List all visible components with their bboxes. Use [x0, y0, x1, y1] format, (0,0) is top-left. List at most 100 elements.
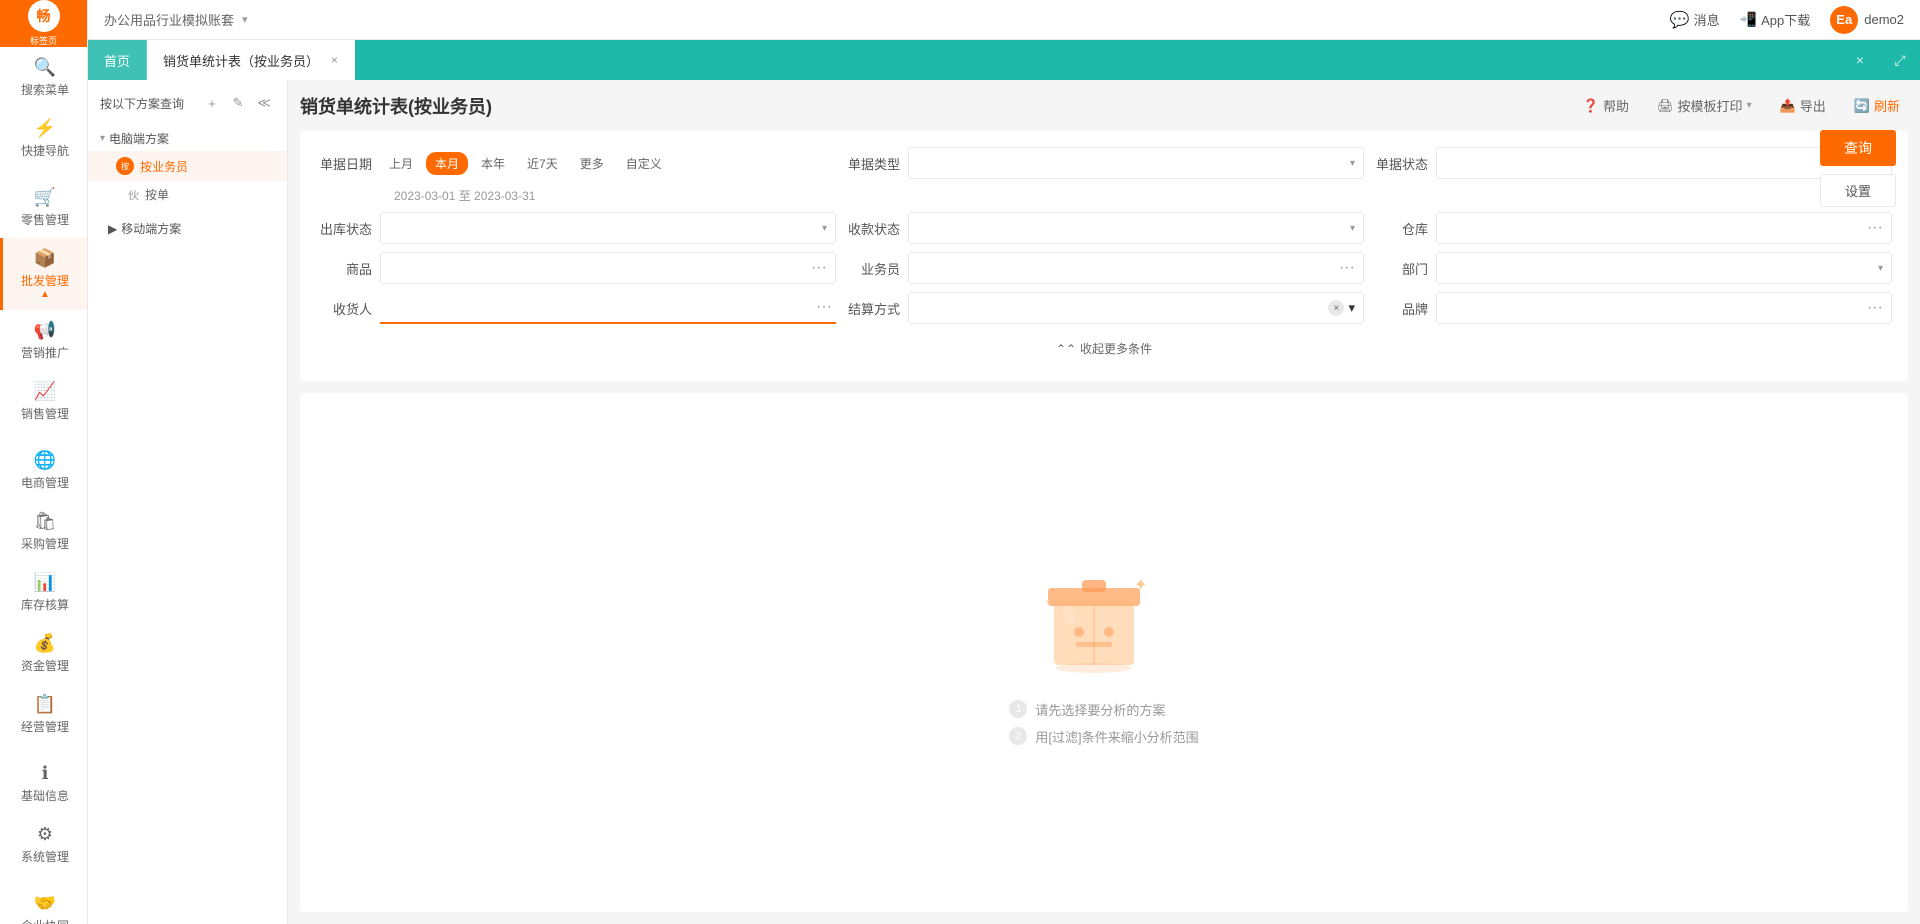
sidebar-item-label: 电商管理 — [21, 474, 69, 491]
page-title-actions: ❓ 帮助 🖨 按模板打印 ▾ 📤 导出 🔄 刷新 — [1575, 92, 1908, 119]
panel-item-by-staff[interactable]: 按 按业务员 — [88, 151, 287, 181]
recipient-input-wrap: ··· — [380, 292, 836, 324]
page-title: 销货单统计表(按业务员) — [300, 93, 492, 119]
mobile-chevron: ▶ — [108, 222, 117, 236]
export-btn[interactable]: 📤 导出 — [1772, 92, 1834, 119]
sidebar-item-inventory[interactable]: 📊 库存核算 — [0, 562, 88, 623]
finance-icon: 💰 — [34, 633, 56, 654]
settlement-filter-cell: 结算方式 × ▾ — [844, 292, 1364, 324]
date-btn-more[interactable]: 更多 — [571, 152, 613, 175]
tab-home[interactable]: 首页 — [88, 40, 147, 80]
tip-text-2: 用[过滤]条件来缩小分析范围 — [1035, 727, 1198, 746]
filter-row-2: 出库状态 ▾ 收款状态 ▾ 仓库 — [316, 212, 1892, 244]
sidebar-item-label: 销售管理 — [21, 405, 69, 422]
message-label: 消息 — [1694, 10, 1720, 29]
goods-dots[interactable]: ··· — [811, 259, 827, 277]
doc-status-filter-cell: 单据状态 ▾ — [1372, 147, 1892, 179]
sidebar-item-system[interactable]: ⚙ 系统管理 — [0, 814, 88, 875]
query-button[interactable]: 查询 — [1820, 130, 1896, 166]
brand-label: 品牌 — [1372, 299, 1428, 318]
template-print-btn[interactable]: 🖨 按模板打印 ▾ — [1649, 92, 1760, 119]
sidebar-item-label: 系统管理 — [21, 848, 69, 865]
date-btn-last-month[interactable]: 上月 — [380, 152, 422, 175]
panel-header: 按以下方案查询 + ✎ ≪ — [88, 92, 287, 122]
desktop-section-header[interactable]: ▾ 电脑端方案 — [88, 126, 287, 151]
sidebar-item-marketing[interactable]: 📢 营销推广 — [0, 310, 88, 371]
recipient-input[interactable] — [384, 300, 812, 315]
message-btn[interactable]: 💬 消息 — [1670, 10, 1720, 30]
doc-type-filter-cell: 单据类型 ▾ — [844, 147, 1364, 179]
out-status-filter-cell: 出库状态 ▾ — [316, 212, 836, 244]
sidebar-item-label: 搜索菜单 — [21, 81, 69, 98]
user-profile-btn[interactable]: Ea demo2 — [1830, 6, 1904, 34]
collapse-bar[interactable]: ⌃⌃ 收起更多条件 — [316, 332, 1892, 365]
date-filter-buttons: 上月 本月 本年 近7天 更多 自定义 — [380, 152, 671, 175]
panel-edit-btn[interactable]: ✎ — [227, 92, 249, 114]
sidebar-item-label: 批发管理 — [21, 272, 69, 289]
date-btn-this-year[interactable]: 本年 — [472, 152, 514, 175]
warehouse-dots[interactable]: ··· — [1867, 219, 1883, 237]
settlement-clear-btn[interactable]: × — [1328, 300, 1344, 316]
sidebar-item-sales[interactable]: 📈 销售管理 — [0, 371, 88, 432]
filter-row-4: 收货人 ··· 结算方式 × ▾ — [316, 292, 1892, 324]
brand-input-wrap: ··· — [1436, 292, 1892, 324]
left-panel: 按以下方案查询 + ✎ ≪ ▾ 电脑端方案 按 按业务员 伙 按单 — [88, 80, 288, 924]
right-content: 销货单统计表(按业务员) ❓ 帮助 🖨 按模板打印 ▾ 📤 导出 — [288, 80, 1920, 924]
date-btn-custom[interactable]: 自定义 — [617, 152, 671, 175]
basic-info-icon: ℹ — [42, 763, 49, 784]
sidebar-item-search[interactable]: 🔍 搜索菜单 — [0, 47, 88, 108]
sidebar-item-label: 经营管理 — [21, 718, 69, 735]
receipt-status-select[interactable]: ▾ — [908, 212, 1364, 244]
refresh-btn[interactable]: 🔄 刷新 — [1846, 92, 1908, 119]
tab-active[interactable]: 销货单统计表（按业务员） × — [147, 40, 355, 80]
panel-collapse-btn[interactable]: ≪ — [253, 92, 275, 114]
sales-icon: 📈 — [34, 381, 56, 402]
panel-title: 按以下方案查询 — [100, 95, 184, 112]
receipt-status-arrow: ▾ — [1350, 223, 1355, 234]
ecommerce-icon: 🌐 — [34, 450, 56, 471]
mobile-section-header[interactable]: ▶ 移动端方案 — [88, 216, 287, 241]
receipt-status-label: 收款状态 — [844, 219, 900, 238]
sidebar-item-enterprise[interactable]: 🤝 企业协同 — [0, 883, 88, 924]
recipient-dots[interactable]: ··· — [816, 298, 832, 316]
tab-close-btn[interactable]: × — [331, 53, 338, 67]
filter-area: 单据日期 上月 本月 本年 近7天 更多 自定义 单据类型 — [300, 131, 1908, 381]
inventory-icon: 📊 — [34, 572, 56, 593]
tab-active-label: 销货单统计表（按业务员） — [163, 51, 319, 70]
sidebar-item-ecommerce[interactable]: 🌐 电商管理 — [0, 440, 88, 501]
salesman-label: 业务员 — [844, 259, 900, 278]
tab-bar-controls: × ⤢ — [1840, 40, 1920, 80]
sidebar-item-retail[interactable]: 🛒 零售管理 — [0, 177, 88, 238]
sidebar-item-finance[interactable]: 💰 资金管理 — [0, 623, 88, 684]
breadcrumb-dropdown-icon[interactable]: ▾ — [242, 13, 248, 26]
doc-type-label: 单据类型 — [844, 154, 900, 173]
breadcrumb-area: 办公用品行业模拟账套 ▾ — [104, 10, 248, 29]
department-select[interactable]: ▾ — [1436, 252, 1892, 284]
settings-button[interactable]: 设置 — [1820, 174, 1896, 207]
sidebar-item-basic-info[interactable]: ℹ 基础信息 — [0, 753, 88, 814]
salesman-dots[interactable]: ··· — [1339, 259, 1355, 277]
expand-window-btn[interactable]: ⤢ — [1880, 40, 1920, 80]
tab-bar: 首页 销货单统计表（按业务员） × × ⤢ — [88, 40, 1920, 80]
panel-item-by-order[interactable]: 伙 按单 — [88, 181, 287, 208]
panel-add-btn[interactable]: + — [201, 92, 223, 114]
svg-text:✦: ✦ — [1134, 577, 1147, 594]
close-window-btn[interactable]: × — [1840, 40, 1880, 80]
sidebar-item-operations[interactable]: 📋 经营管理 — [0, 684, 88, 745]
sidebar-item-purchase[interactable]: 🛍 采购管理 — [0, 501, 88, 562]
help-btn[interactable]: ❓ 帮助 — [1575, 92, 1637, 119]
mobile-section-label: 移动端方案 — [121, 220, 181, 237]
sidebar-item-quick-nav[interactable]: ⚡ 快捷导航 — [0, 108, 88, 169]
doc-type-select[interactable]: ▾ — [908, 147, 1364, 179]
brand-dots[interactable]: ··· — [1867, 299, 1883, 317]
app-download-label: App下载 — [1761, 10, 1810, 29]
empty-state: ✦ ✦ 1 请先选择要分析的方案 2 用[过滤]条件来缩小分析范围 — [300, 393, 1908, 912]
date-btn-last-7[interactable]: 近7天 — [518, 152, 567, 175]
out-status-select[interactable]: ▾ — [380, 212, 836, 244]
sidebar-item-wholesale[interactable]: 📦 批发管理 ▲ — [0, 238, 88, 310]
date-btn-this-month[interactable]: 本月 — [426, 152, 468, 175]
app-download-btn[interactable]: 📲 App下载 — [1740, 10, 1811, 29]
sidebar-item-label: 企业协同 — [21, 917, 69, 924]
goods-label: 商品 — [316, 259, 372, 278]
wholesale-icon: 📦 — [34, 248, 56, 269]
